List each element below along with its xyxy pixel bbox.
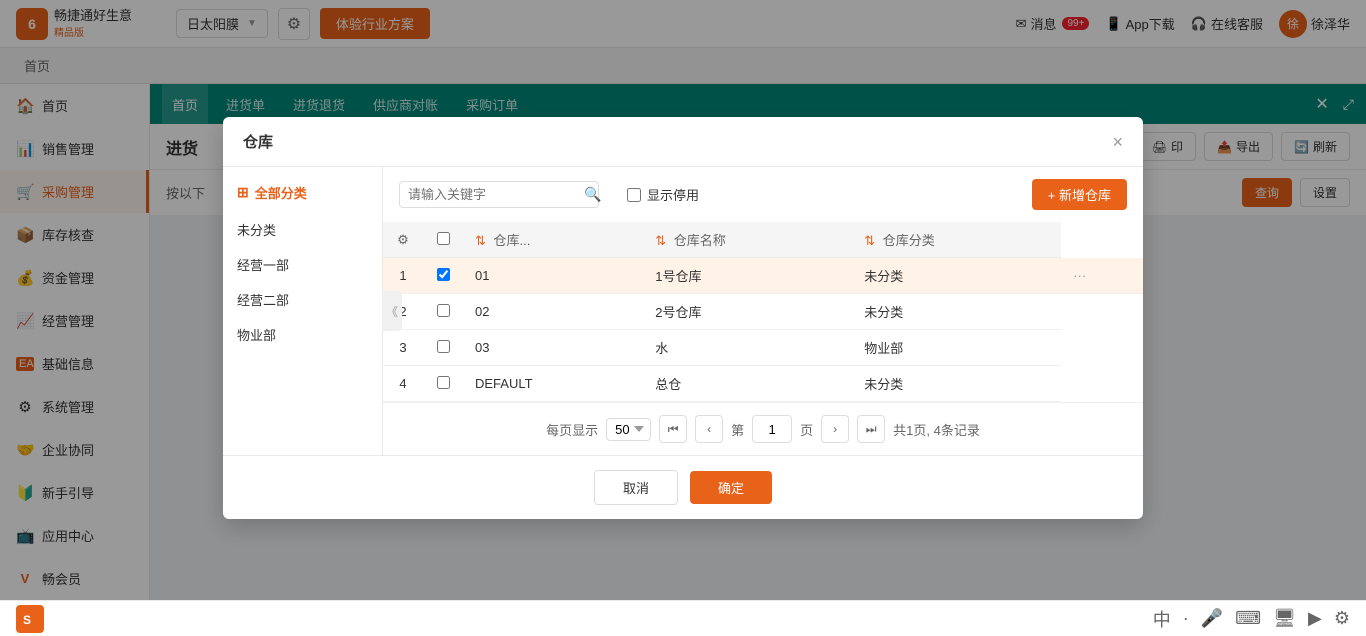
cell-code: 01 (463, 258, 643, 294)
footer-bar: S 中 · 🎤 ⌨ 🖥 ▶ ⚙ (0, 600, 1366, 636)
row-checkbox-3[interactable] (437, 376, 450, 389)
category-header: ⊞ 全部分类 (223, 177, 382, 212)
search-box: 🔍 (399, 181, 599, 208)
modal-header: 仓库 × (223, 117, 1143, 167)
col-checkbox (423, 222, 463, 258)
modal-overlay: 仓库 × ⊞ 全部分类 《 未分类 经营一部 (0, 0, 1366, 636)
select-all-checkbox[interactable] (437, 232, 450, 245)
cell-name: 1号仓库 (643, 258, 852, 294)
cancel-button[interactable]: 取消 (594, 470, 678, 505)
all-category-label: 全部分类 (255, 183, 307, 202)
confirm-button[interactable]: 确定 (690, 471, 772, 504)
page-number-input[interactable] (752, 415, 792, 443)
all-category-button[interactable]: ⊞ 全部分类 (237, 183, 307, 202)
page-label-first: 第 (731, 420, 744, 439)
footer-monitor-icon[interactable]: 🖥 (1273, 608, 1296, 629)
row-checkbox-2[interactable] (437, 340, 450, 353)
cell-category: 未分类 (852, 366, 1061, 402)
category-sidebar: ⊞ 全部分类 《 未分类 经营一部 经营二部 物业部 (223, 167, 383, 455)
show-disabled-checkbox[interactable] (627, 188, 641, 202)
page-next-button[interactable]: › (821, 415, 849, 443)
table-header-row: ⚙ ⇅ 仓库... ⇅ (383, 222, 1143, 258)
sort-icon-category: ⇅ (864, 233, 875, 248)
cell-category: 物业部 (852, 330, 1061, 366)
per-page-label: 每页显示 (546, 420, 598, 439)
cell-num: 3 (383, 330, 423, 366)
category-item-property[interactable]: 物业部 (223, 317, 382, 352)
footer-settings-icon[interactable]: ⚙ (1334, 608, 1350, 629)
category-item-sales1[interactable]: 经营一部 (223, 247, 382, 282)
footer-brand-icon: S (16, 605, 44, 633)
cell-checkbox (423, 366, 463, 402)
col-settings-icon[interactable]: ⚙ (397, 232, 409, 247)
row-more-icon[interactable]: ··· (1073, 268, 1086, 283)
category-item-sales2[interactable]: 经营二部 (223, 282, 382, 317)
table-area: 🔍 显示停用 + 新增仓库 (383, 167, 1143, 455)
col-code: ⇅ 仓库... (463, 222, 643, 258)
page-first-button[interactable]: ⏮ (659, 415, 687, 443)
search-icon[interactable]: 🔍 (584, 186, 601, 203)
cell-name: 水 (643, 330, 852, 366)
page-prev-button[interactable]: ‹ (695, 415, 723, 443)
cell-code: 02 (463, 294, 643, 330)
page-total: 共1页, 4条记录 (893, 420, 980, 439)
footer-cn-icon[interactable]: 中 (1153, 606, 1171, 632)
svg-text:S: S (23, 613, 31, 627)
sort-icon-name: ⇅ (655, 233, 666, 248)
row-checkbox-1[interactable] (437, 304, 450, 317)
cell-name: 2号仓库 (643, 294, 852, 330)
modal-body: ⊞ 全部分类 《 未分类 经营一部 经营二部 物业部 (223, 167, 1143, 455)
grid-icon: ⊞ (237, 184, 249, 201)
cell-checkbox (423, 294, 463, 330)
cell-num: 1 (383, 258, 423, 294)
table-toolbar: 🔍 显示停用 + 新增仓库 (383, 167, 1143, 222)
footer-keyboard-icon[interactable]: ⌨ (1235, 608, 1261, 629)
cell-actions: ··· (1061, 258, 1143, 294)
cell-code: DEFAULT (463, 366, 643, 402)
table-container: ⚙ ⇅ 仓库... ⇅ (383, 222, 1143, 402)
category-item-unclassified[interactable]: 未分类 (223, 212, 382, 247)
sort-icon-code: ⇅ (475, 233, 486, 248)
cell-num: 4 (383, 366, 423, 402)
add-warehouse-button[interactable]: + 新增仓库 (1032, 179, 1127, 210)
row-checkbox-0[interactable] (437, 268, 450, 281)
table-row[interactable]: 3 03 水 物业部 (383, 330, 1143, 366)
modal-close-button[interactable]: × (1112, 133, 1123, 151)
cell-checkbox (423, 258, 463, 294)
col-settings: ⚙ (383, 222, 423, 258)
footer-mic-icon[interactable]: 🎤 (1201, 608, 1223, 629)
cell-category: 未分类 (852, 294, 1061, 330)
warehouse-table: ⚙ ⇅ 仓库... ⇅ (383, 222, 1143, 402)
show-disabled-label: 显示停用 (627, 185, 699, 204)
per-page-select[interactable]: 50 (606, 418, 651, 441)
page-label-unit: 页 (800, 420, 813, 439)
cell-name: 总仓 (643, 366, 852, 402)
col-name: ⇅ 仓库名称 (643, 222, 852, 258)
cell-code: 03 (463, 330, 643, 366)
modal-footer: 取消 确定 (223, 455, 1143, 519)
table-row[interactable]: 1 01 1号仓库 未分类 ··· (383, 258, 1143, 294)
cell-category: 未分类 (852, 258, 1061, 294)
cell-checkbox (423, 330, 463, 366)
search-input[interactable] (408, 187, 584, 202)
footer-dot-icon[interactable]: · (1183, 608, 1189, 629)
page-last-button[interactable]: ⏭ (857, 415, 885, 443)
table-row[interactable]: 4 DEFAULT 总仓 未分类 (383, 366, 1143, 402)
pagination: 每页显示 50 ⏮ ‹ 第 页 › ⏭ 共1页, 4条记录 (383, 402, 1143, 455)
table-row[interactable]: 2 02 2号仓库 未分类 (383, 294, 1143, 330)
col-category: ⇅ 仓库分类 (852, 222, 1061, 258)
footer-play-icon[interactable]: ▶ (1308, 608, 1322, 629)
modal-title: 仓库 (243, 131, 273, 152)
warehouse-modal: 仓库 × ⊞ 全部分类 《 未分类 经营一部 (223, 117, 1143, 519)
category-collapse-button[interactable]: 《 (382, 291, 402, 331)
